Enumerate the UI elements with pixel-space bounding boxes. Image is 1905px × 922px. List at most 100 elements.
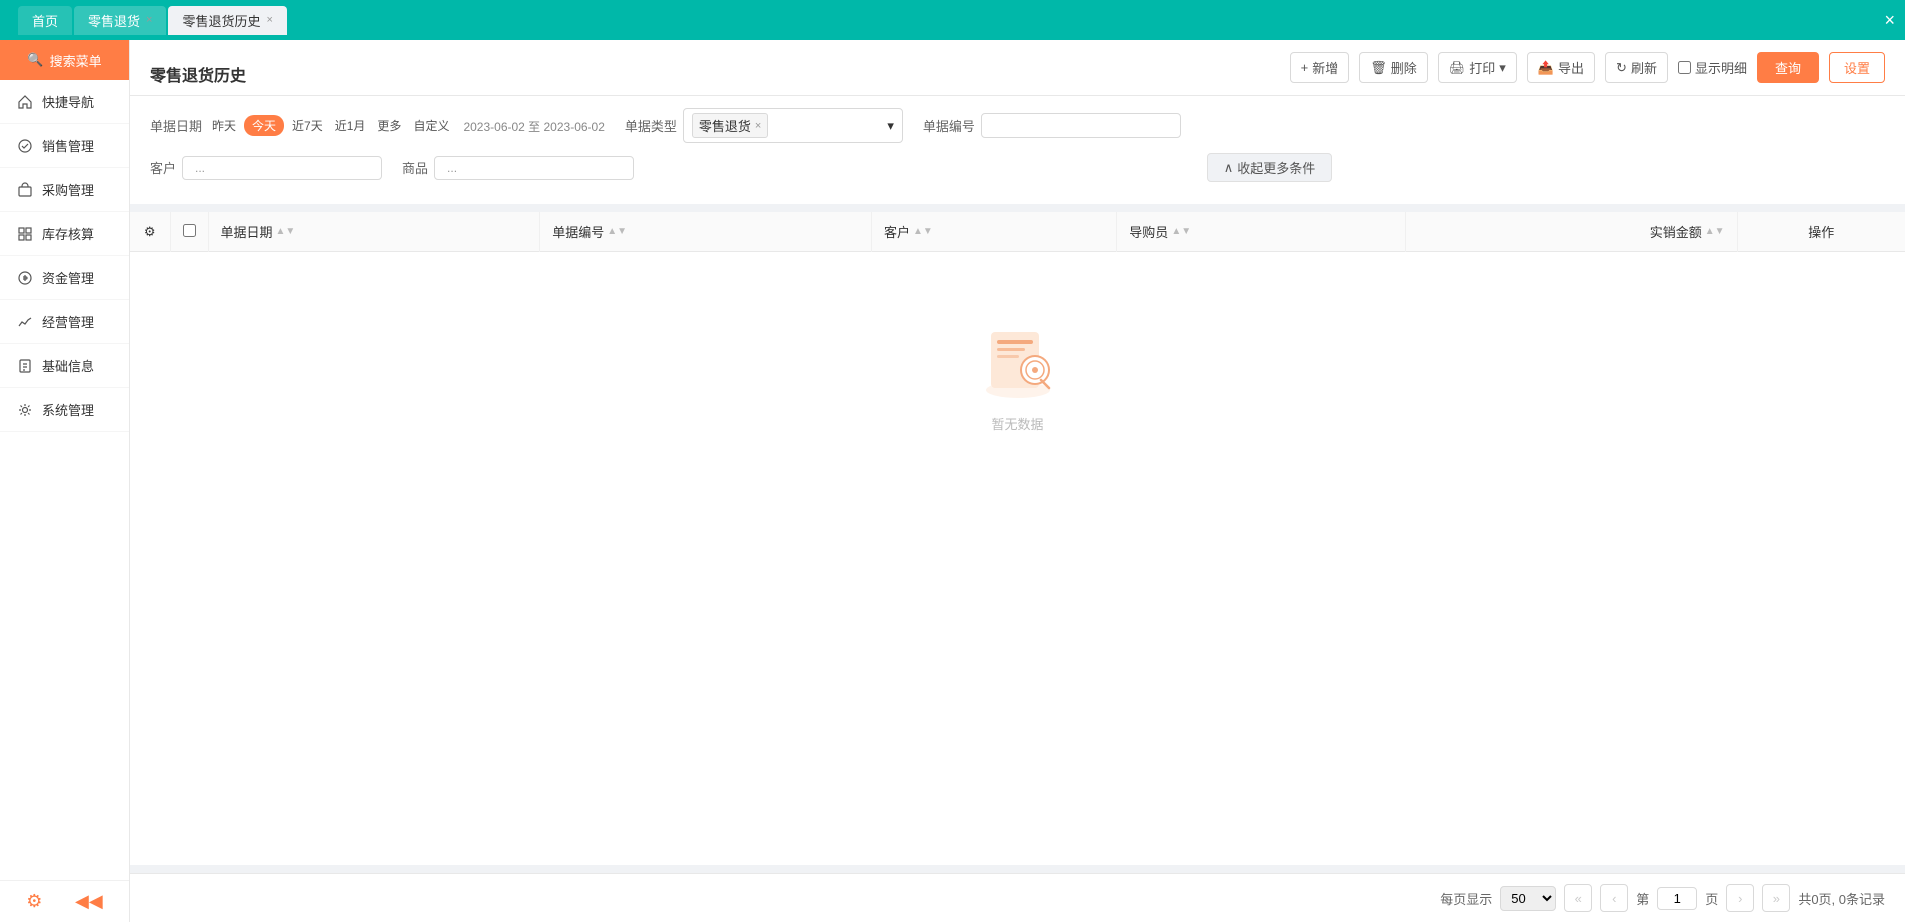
type-select[interactable]: 零售退货 × ▾ (683, 108, 903, 143)
col-guide-sort-icon: ▲▼ (1171, 227, 1191, 237)
number-filter: 单据编号 (923, 113, 1181, 138)
col-customer-sort-icon: ▲▼ (913, 227, 933, 237)
date-more[interactable]: 更多 (373, 115, 405, 136)
setting-button[interactable]: 设置 (1829, 52, 1885, 83)
col-date-sort[interactable]: 单据日期 ▲▼ (221, 222, 528, 241)
date-7days[interactable]: 近7天 (288, 115, 327, 136)
delete-icon: 🗑 (1370, 60, 1387, 76)
sidebar-item-sales-label: 销售管理 (42, 136, 94, 155)
tab-home[interactable]: 首页 (18, 6, 72, 35)
type-tag-label: 零售退货 (699, 116, 751, 135)
first-page-btn[interactable]: « (1564, 884, 1592, 912)
sidebar-item-basic-info[interactable]: 基础信息 (0, 344, 129, 388)
sidebar-item-inventory[interactable]: 库存核算 (0, 212, 129, 256)
col-date: 单据日期 ▲▼ (208, 212, 540, 252)
print-label: 打印 (1469, 58, 1495, 77)
page-unit: 页 (1705, 889, 1718, 908)
empty-illustration (973, 312, 1063, 402)
basic-info-icon (16, 357, 34, 375)
customer-dots: ... (195, 161, 205, 175)
sidebar-item-purchase-label: 采购管理 (42, 180, 94, 199)
page-label: 第 (1636, 889, 1649, 908)
sidebar-item-operations[interactable]: 经营管理 (0, 300, 129, 344)
export-button[interactable]: 📤 导出 (1527, 52, 1595, 83)
collapse-btn[interactable]: ∧ 收起更多条件 (1207, 153, 1333, 182)
per-page-select[interactable]: 20 50 100 (1500, 886, 1556, 911)
sidebar-item-finance-label: 资金管理 (42, 268, 94, 287)
sidebar-audio-btn[interactable]: ◀◀ (75, 891, 103, 912)
page-input[interactable]: 1 (1657, 887, 1697, 910)
goods-select[interactable]: ... (434, 156, 634, 180)
page-header: 零售退货历史 + 新增 🗑 删除 🖨 打印 ▾ 📤 导出 (130, 40, 1905, 96)
number-input[interactable] (981, 113, 1181, 138)
window-close-button[interactable]: × (1884, 10, 1895, 31)
last-page-btn[interactable]: » (1762, 884, 1790, 912)
sidebar-item-system[interactable]: 系统管理 (0, 388, 129, 432)
sidebar-search[interactable]: 🔍 搜索菜单 (0, 40, 129, 80)
col-check[interactable] (170, 212, 208, 252)
export-icon: 📤 (1538, 60, 1554, 76)
goods-filter: 商品 ... (402, 156, 634, 180)
col-amount-sort[interactable]: 实销金额 ▲▼ (1418, 222, 1725, 241)
customer-select[interactable]: ... (182, 156, 382, 180)
home-icon (16, 93, 34, 111)
inventory-icon (16, 225, 34, 243)
show-detail-checkbox[interactable]: 显示明细 (1678, 58, 1747, 77)
type-filter-label: 单据类型 (625, 116, 677, 135)
sidebar-item-finance[interactable]: 资金管理 (0, 256, 129, 300)
refresh-button[interactable]: ↻ 刷新 (1605, 52, 1668, 83)
sidebar-item-basic-info-label: 基础信息 (42, 356, 94, 375)
topbar: 首页 零售退货 × 零售退货历史 × × (0, 0, 1905, 40)
number-filter-label: 单据编号 (923, 116, 975, 135)
filter-area: 单据日期 昨天 今天 近7天 近1月 更多 自定义 2023-06-02 至 2… (130, 96, 1905, 204)
page-actions: + 新增 🗑 删除 🖨 打印 ▾ 📤 导出 ↻ 刷 (1290, 52, 1885, 95)
sidebar: 🔍 搜索菜单 快捷导航 销售管理 采购管理 库存核算 (0, 40, 130, 922)
system-icon (16, 401, 34, 419)
date-1month[interactable]: 近1月 (331, 115, 370, 136)
date-yesterday[interactable]: 昨天 (208, 115, 240, 136)
date-today[interactable]: 今天 (244, 115, 284, 136)
sidebar-item-system-label: 系统管理 (42, 400, 94, 419)
data-table: ⚙ 单据日期 ▲▼ 单据编号 (130, 212, 1905, 252)
sidebar-settings-btn[interactable]: ⚙ (26, 891, 42, 912)
new-button[interactable]: + 新增 (1290, 52, 1350, 83)
goods-dots: ... (447, 161, 457, 175)
col-customer-sort[interactable]: 客户 ▲▼ (884, 222, 1104, 241)
operations-icon (16, 313, 34, 331)
tab-return-history-close[interactable]: × (266, 14, 272, 26)
finance-icon (16, 269, 34, 287)
settings-icon[interactable]: ⚙ (144, 224, 156, 239)
collapse-row: ∧ 收起更多条件 (654, 153, 1885, 182)
query-button[interactable]: 查询 (1757, 52, 1819, 83)
new-label: 新增 (1312, 58, 1338, 77)
col-number-sort[interactable]: 单据编号 ▲▼ (552, 222, 859, 241)
type-tag-close[interactable]: × (755, 120, 761, 132)
type-tag-item: 零售退货 × (692, 113, 768, 138)
sales-icon (16, 137, 34, 155)
col-number-label: 单据编号 (552, 222, 604, 241)
tab-return-history[interactable]: 零售退货历史 × (168, 6, 286, 35)
col-guide-sort[interactable]: 导购员 ▲▼ (1129, 222, 1393, 241)
select-all-checkbox[interactable] (183, 224, 196, 237)
date-custom[interactable]: 自定义 (409, 115, 453, 136)
per-page-label: 每页显示 (1440, 889, 1492, 908)
col-settings[interactable]: ⚙ (130, 212, 170, 252)
tab-return[interactable]: 零售退货 × (74, 6, 166, 35)
pagination: 每页显示 20 50 100 « ‹ 第 1 页 › » 共0页, 0条记录 (130, 873, 1905, 922)
sidebar-item-purchase[interactable]: 采购管理 (0, 168, 129, 212)
col-amount-label: 实销金额 (1650, 222, 1702, 241)
col-amount: 实销金额 ▲▼ (1405, 212, 1737, 252)
col-amount-sort-icon: ▲▼ (1705, 227, 1725, 237)
print-icon: 🖨 (1449, 60, 1466, 76)
sidebar-item-quick-nav-label: 快捷导航 (42, 92, 94, 111)
tab-return-close[interactable]: × (146, 14, 152, 26)
show-detail-input[interactable] (1678, 61, 1691, 74)
prev-page-btn[interactable]: ‹ (1600, 884, 1628, 912)
sidebar-item-sales[interactable]: 销售管理 (0, 124, 129, 168)
sidebar-item-quick-nav[interactable]: 快捷导航 (0, 80, 129, 124)
next-page-btn[interactable]: › (1726, 884, 1754, 912)
sidebar-footer: ⚙ ◀◀ (0, 880, 129, 922)
delete-button[interactable]: 🗑 删除 (1359, 52, 1428, 83)
plus-icon: + (1301, 60, 1309, 75)
print-button[interactable]: 🖨 打印 ▾ (1438, 52, 1517, 83)
